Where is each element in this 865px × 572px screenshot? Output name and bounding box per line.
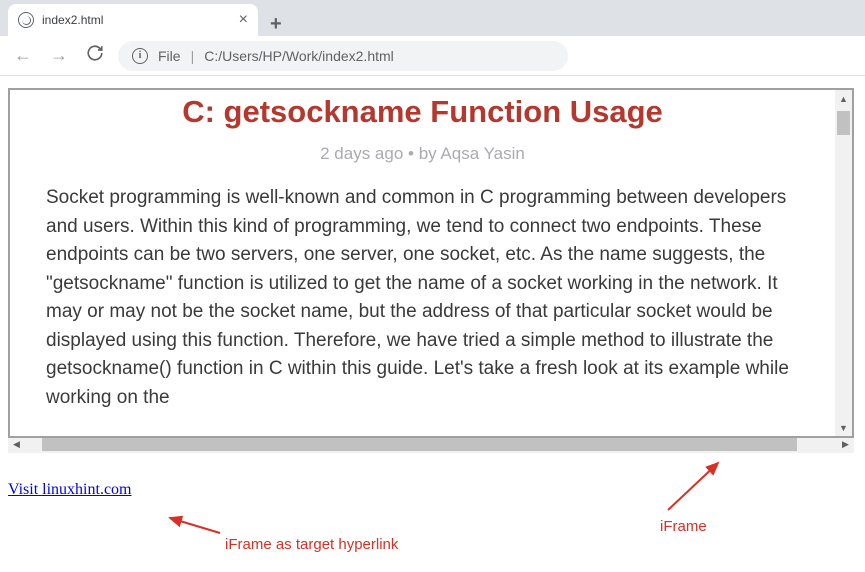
horizontal-scrollbar[interactable]: ◀ ▶ — [8, 436, 854, 453]
scroll-thumb-vertical[interactable] — [837, 111, 850, 135]
globe-icon — [18, 12, 34, 28]
forward-button[interactable]: → — [46, 41, 72, 70]
visit-link[interactable]: Visit linuxhint.com — [8, 481, 131, 498]
iframe-content[interactable]: C: getsockname Function Usage 2 days ago… — [10, 90, 835, 436]
article-meta: 2 days ago • by Aqsa Yasin — [10, 144, 835, 164]
back-button[interactable]: ← — [10, 41, 36, 70]
scroll-down-icon[interactable]: ▼ — [835, 419, 852, 436]
link-section: Visit linuxhint.com — [8, 481, 857, 499]
scroll-thumb-horizontal[interactable] — [42, 438, 797, 451]
browser-toolbar: ← → i File | C:/Users/HP/Work/index2.htm… — [0, 36, 865, 76]
scroll-up-icon[interactable]: ▲ — [835, 90, 852, 107]
browser-tab[interactable]: index2.html × — [8, 4, 258, 36]
article-title: C: getsockname Function Usage — [10, 90, 835, 134]
arrow-annotation-iframe — [648, 455, 728, 515]
address-prefix: File — [158, 48, 181, 64]
close-icon[interactable]: × — [239, 11, 248, 29]
address-path: C:/Users/HP/Work/index2.html — [204, 48, 394, 64]
reload-button[interactable] — [82, 40, 108, 71]
tab-bar: index2.html × + — [0, 0, 865, 36]
new-tab-button[interactable]: + — [258, 13, 294, 36]
iframe: C: getsockname Function Usage 2 days ago… — [8, 88, 854, 438]
info-icon[interactable]: i — [132, 48, 148, 64]
annotation-hyperlink: iFrame as target hyperlink — [225, 536, 398, 553]
arrow-annotation-hyperlink — [160, 508, 230, 538]
vertical-scrollbar[interactable]: ▲ ▼ — [835, 90, 852, 436]
article-body: Socket programming is well-known and com… — [10, 184, 835, 412]
annotation-iframe: iFrame — [660, 518, 707, 535]
scroll-left-icon[interactable]: ◀ — [8, 436, 25, 453]
address-divider: | — [191, 48, 195, 64]
tab-title: index2.html — [42, 13, 231, 27]
page-content: C: getsockname Function Usage 2 days ago… — [0, 76, 865, 511]
scroll-right-icon[interactable]: ▶ — [837, 436, 854, 453]
address-bar[interactable]: i File | C:/Users/HP/Work/index2.html — [118, 41, 568, 71]
